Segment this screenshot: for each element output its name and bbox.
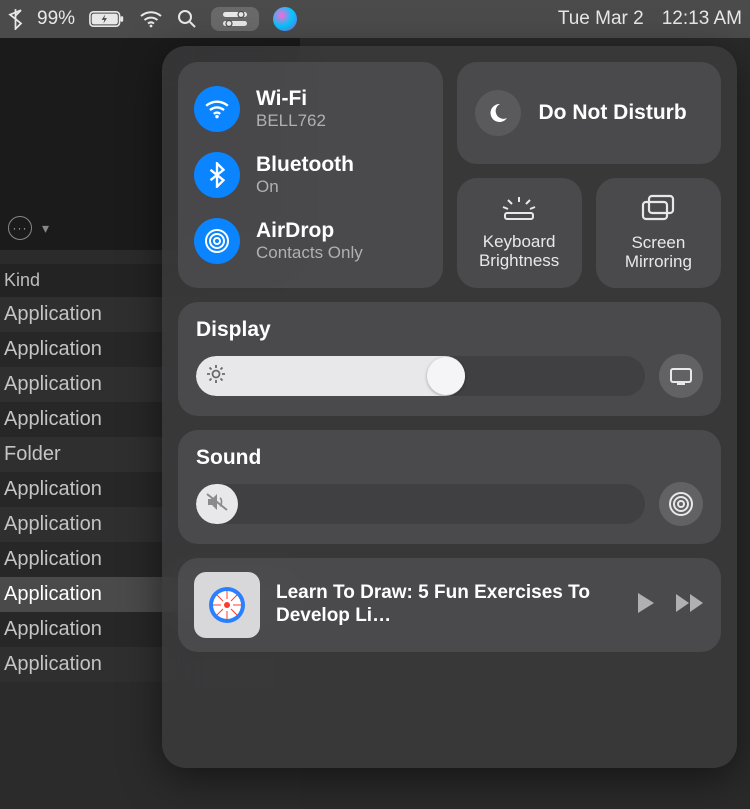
do-not-disturb-toggle[interactable]: Do Not Disturb — [457, 62, 722, 164]
airdrop-title: AirDrop — [256, 219, 363, 243]
dnd-title: Do Not Disturb — [539, 101, 687, 125]
display-options-button[interactable] — [659, 354, 703, 398]
bluetooth-menu-icon[interactable] — [8, 8, 23, 30]
speaker-muted-icon — [206, 492, 228, 517]
screen-mirroring-icon — [640, 194, 676, 227]
display-brightness-slider[interactable] — [196, 356, 645, 396]
sound-title: Sound — [196, 446, 703, 470]
bluetooth-subtitle: On — [256, 177, 354, 197]
display-title: Display — [196, 318, 703, 342]
sound-volume-slider[interactable] — [196, 484, 645, 524]
next-track-button[interactable] — [675, 593, 705, 618]
airdrop-toggle[interactable]: AirDrop Contacts Only — [194, 208, 427, 274]
more-actions-icon[interactable]: ··· — [8, 216, 32, 240]
media-title: Learn To Draw: 5 Fun Exercises To Develo… — [276, 582, 619, 628]
battery-percent: 99% — [37, 8, 75, 30]
sun-icon — [206, 364, 226, 389]
network-card: Wi-Fi BELL762 Bluetooth On AirDrop — [178, 62, 443, 288]
wifi-subtitle: BELL762 — [256, 111, 326, 131]
sound-output-button[interactable] — [659, 482, 703, 526]
chevron-down-icon[interactable]: ▾ — [42, 220, 49, 237]
display-section: Display — [178, 302, 721, 416]
wifi-menu-icon[interactable] — [139, 10, 163, 28]
moon-icon — [475, 90, 521, 136]
keyboard-brightness-label: Keyboard Brightness — [461, 232, 578, 271]
menubar-time[interactable]: 12:13 AM — [662, 8, 742, 30]
screen-mirroring-button[interactable]: Screen Mirroring — [596, 178, 721, 288]
sound-section: Sound — [178, 430, 721, 544]
keyboard-brightness-icon — [499, 195, 539, 226]
spotlight-search-icon[interactable] — [177, 9, 197, 29]
control-center-panel: Wi-Fi BELL762 Bluetooth On AirDrop — [162, 46, 737, 768]
now-playing-card[interactable]: Learn To Draw: 5 Fun Exercises To Develo… — [178, 558, 721, 652]
menu-bar: 99% Tue Mar 2 12:13 AM — [0, 0, 750, 38]
keyboard-brightness-button[interactable]: Keyboard Brightness — [457, 178, 582, 288]
bluetooth-title: Bluetooth — [256, 153, 354, 177]
bluetooth-icon — [194, 152, 240, 198]
airdrop-subtitle: Contacts Only — [256, 243, 363, 263]
airdrop-icon — [194, 218, 240, 264]
wifi-title: Wi-Fi — [256, 87, 326, 111]
screen-mirroring-label: Screen Mirroring — [600, 233, 717, 272]
menubar-date[interactable]: Tue Mar 2 — [558, 8, 644, 30]
wifi-toggle[interactable]: Wi-Fi BELL762 — [194, 76, 427, 142]
siri-icon[interactable] — [273, 7, 297, 31]
wifi-icon — [194, 86, 240, 132]
battery-charging-icon[interactable] — [89, 10, 125, 28]
bluetooth-toggle[interactable]: Bluetooth On — [194, 142, 427, 208]
media-app-icon — [194, 572, 260, 638]
play-button[interactable] — [635, 591, 657, 620]
control-center-menu-icon[interactable] — [211, 7, 259, 31]
